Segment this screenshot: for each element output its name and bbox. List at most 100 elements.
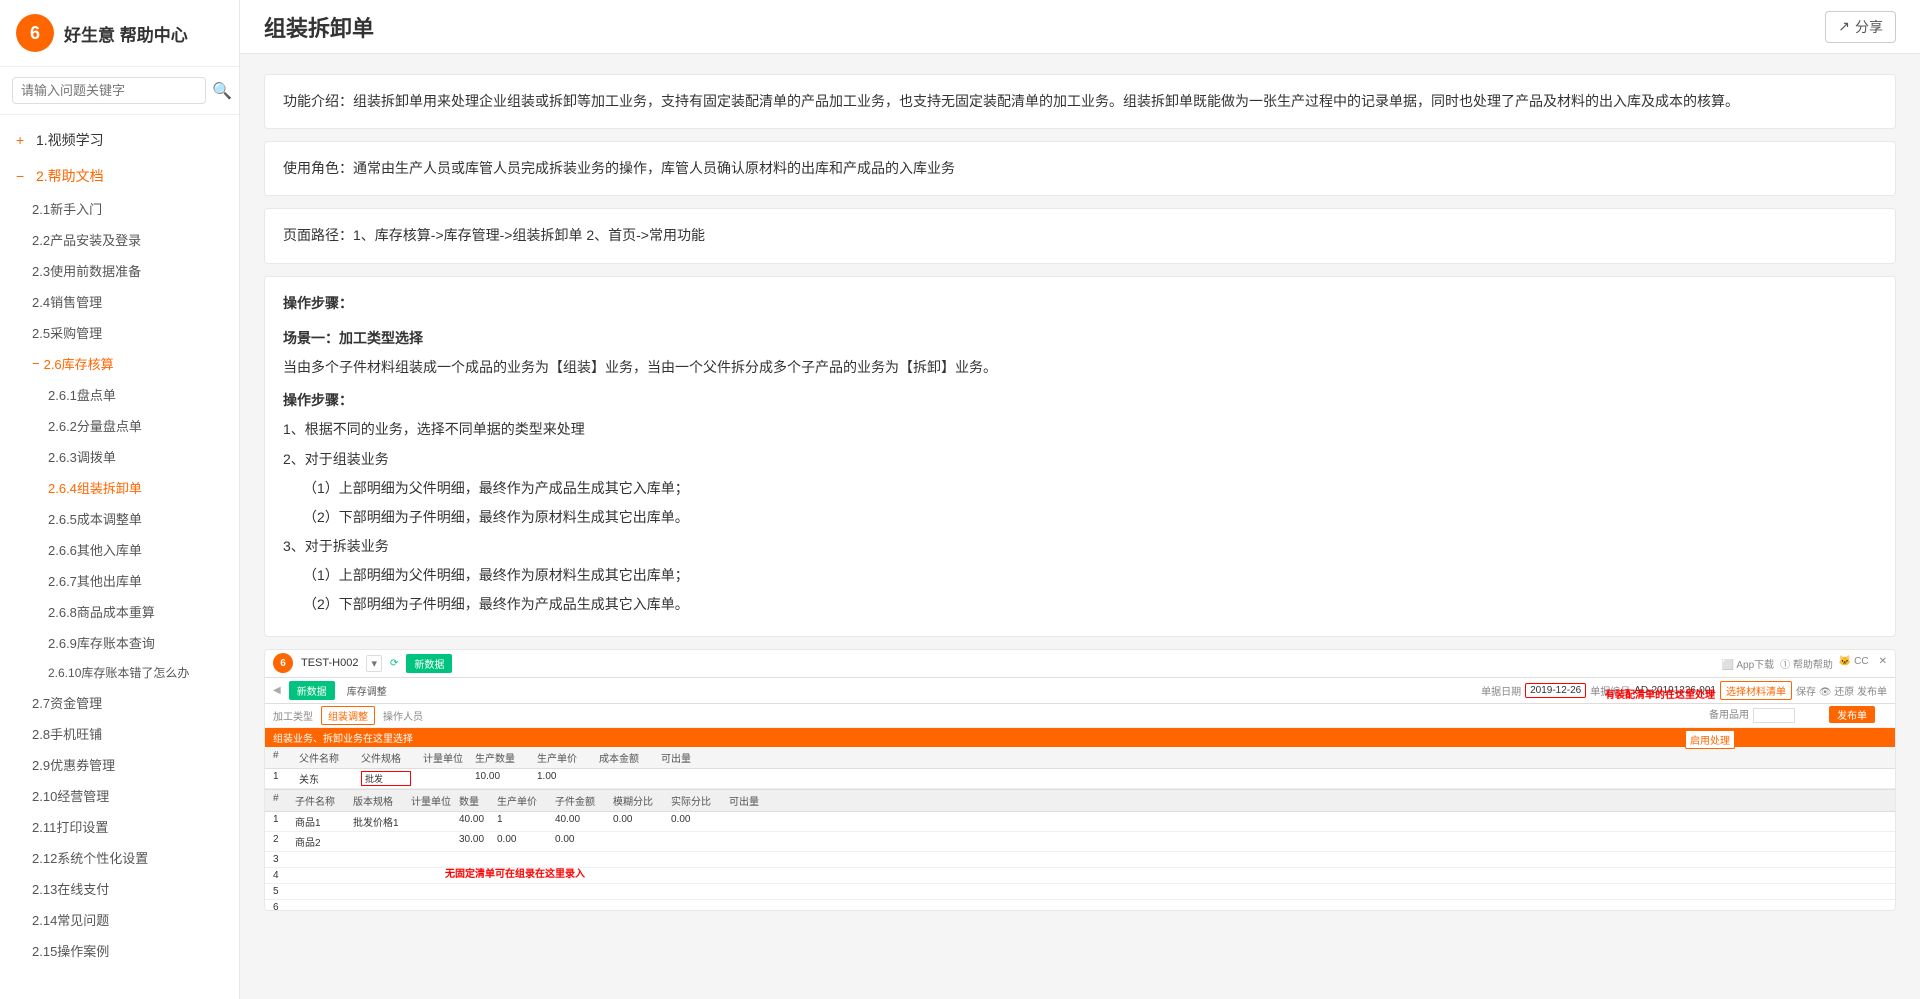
mock-tab-adjust[interactable]: 库存调整: [339, 681, 395, 700]
mock-window: 6 TEST-H002 ▾ ⟳ 新数据 ⬜ App下载 ① 帮助帮助 🐱 CC …: [265, 650, 1895, 910]
sidebar-item-faq[interactable]: 2.14常见问题: [0, 904, 239, 935]
nav-list: + 1.视频学习 − 2.帮助文档 2.1新手入门 2.2产品安装及登录 2.3…: [0, 115, 239, 999]
mock-table-header: # 父件名称 父件规格 计量单位 生产数量 生产单价 成本金额 可出量: [265, 747, 1895, 769]
th-prod-price: 生产单价: [537, 750, 587, 765]
sth-price: 生产单价: [497, 793, 547, 808]
sidebar-item-capital[interactable]: 2.7资金管理: [0, 687, 239, 718]
sidebar-item-ops[interactable]: 2.10经营管理: [0, 780, 239, 811]
td-avail-1: [661, 771, 701, 786]
mock-new-btn: 新数据: [406, 654, 452, 673]
path-text: 页面路径：1、库存核算->库存管理->组装拆卸单 2、首页->常用功能: [283, 223, 1877, 248]
step3-2: （2）下部明细为子件明细，最终作为产成品生成其它入库单。: [303, 592, 1877, 617]
sidebar-logo: 6 好生意 帮助中心: [0, 0, 239, 67]
mock-nav-left: ◀: [273, 685, 281, 696]
sth-child-name: 子件名称: [295, 793, 345, 808]
minus-icon: −: [16, 168, 30, 184]
step2-1: （1）上部明细为父件明细，最终作为产成品生成其它入库单；: [303, 476, 1877, 501]
sidebar-item-other-in[interactable]: 2.6.6其他入库单: [0, 534, 239, 565]
logo-text: 好生意 帮助中心: [64, 21, 188, 46]
mock-select-btn[interactable]: 选择材料清单: [1720, 681, 1792, 700]
sidebar-item-cost-recalc[interactable]: 2.6.8商品成本重算: [0, 596, 239, 627]
mock-sub-header: # 子件名称 版本规格 计量单位 数量 生产单价 子件金额 模糊分比 实际分比 …: [265, 790, 1895, 812]
mock-sub-section: # 子件名称 版本规格 计量单位 数量 生产单价 子件金额 模糊分比 实际分比 …: [265, 789, 1895, 910]
th-unit: 计量单位: [423, 750, 463, 765]
sth-fuzzy: 模糊分比: [613, 793, 663, 808]
th-cost-amount: 成本金额: [599, 750, 649, 765]
sidebar-item-stock-check[interactable]: 2.6.9库存账本查询: [0, 627, 239, 658]
sidebar-item-assemble[interactable]: 2.6.4组装拆卸单: [0, 472, 239, 503]
mock-label-op: 操作人员: [383, 708, 423, 723]
sidebar-item-print[interactable]: 2.11打印设置: [0, 811, 239, 842]
sidebar-item-personalize[interactable]: 2.12系统个性化设置: [0, 842, 239, 873]
search-icon[interactable]: 🔍: [212, 81, 232, 101]
share-button[interactable]: ↗ 分享: [1825, 11, 1896, 43]
steps-heading: 操作步骤：: [283, 291, 1877, 316]
sth-version: 版本规格: [353, 793, 403, 808]
sth-avail: 可出量: [729, 793, 769, 808]
sidebar-item-sales[interactable]: 2.4销售管理: [0, 286, 239, 317]
search-input[interactable]: [12, 77, 206, 104]
sidebar-item-mobile[interactable]: 2.8手机旺铺: [0, 718, 239, 749]
step1: 1、根据不同的业务，选择不同单据的类型来处理: [283, 417, 1877, 442]
mock-sub-row-6: 6: [265, 900, 1895, 910]
plus-icon: +: [16, 132, 30, 148]
sidebar-item-split[interactable]: 2.6.2分量盘点单: [0, 410, 239, 441]
mock-sub-row-5: 5: [265, 884, 1895, 900]
td-parent-spec-1: 批发: [361, 771, 411, 786]
mock-sync-icon: ⟳: [390, 658, 398, 669]
annotation-1: 有装配清单的在这里处理: [1605, 686, 1715, 701]
mock-tab-new[interactable]: 新数据: [289, 681, 335, 700]
td-cost-1: [599, 771, 649, 786]
steps-block: 操作步骤： 场景一：加工类型选择 当由多个子件材料组装成一个成品的业务为【组装】…: [264, 276, 1896, 637]
nav-section-video: + 1.视频学习: [0, 123, 239, 157]
sidebar-item-video[interactable]: + 1.视频学习: [0, 123, 239, 157]
sidebar-item-coupon[interactable]: 2.9优惠券管理: [0, 749, 239, 780]
td-prod-qty-1: 10.00: [475, 771, 525, 786]
sth-unit: 计量单位: [411, 793, 451, 808]
step3-1: （1）上部明细为父件明细，最终作为原材料生成其它出库单；: [303, 563, 1877, 588]
mock-logo: 6: [273, 653, 293, 673]
sidebar-item-help[interactable]: − 2.帮助文档: [0, 159, 239, 193]
sidebar-item-stock-error[interactable]: 2.6.10库存账本错了怎么办: [0, 658, 239, 687]
logo-icon: 6: [16, 14, 54, 52]
scene1-desc: 当由多个子件材料组装成一个成品的业务为【组装】业务，当由一个父件拆分成多个子产品…: [283, 355, 1877, 380]
sidebar-item-data[interactable]: 2.3使用前数据准备: [0, 255, 239, 286]
screenshot-block: 6 TEST-H002 ▾ ⟳ 新数据 ⬜ App下载 ① 帮助帮助 🐱 CC …: [264, 649, 1896, 911]
mock-submit-btn[interactable]: 发布单: [1829, 706, 1875, 723]
sidebar-item-online-pay[interactable]: 2.13在线支付: [0, 873, 239, 904]
th-prod-qty: 生产数量: [475, 750, 525, 765]
td-num-1: 1: [273, 771, 287, 786]
sidebar: 6 好生意 帮助中心 🔍 + 1.视频学习 − 2.帮助文档 2.1新手入门 2…: [0, 0, 240, 999]
sidebar-item-inventory[interactable]: − 2.6库存核算: [0, 348, 239, 379]
sidebar-item-install[interactable]: 2.2产品安装及登录: [0, 224, 239, 255]
sidebar-item-stocktake[interactable]: 2.6.1盘点单: [0, 379, 239, 410]
mock-company: TEST-H002: [301, 657, 358, 669]
sth-qty: 数量: [459, 793, 489, 808]
td-parent-name-1: 关东: [299, 771, 349, 786]
th-parent-name: 父件名称: [299, 750, 349, 765]
td-prod-price-1: 1.00: [537, 771, 587, 786]
th-parent-spec: 父件规格: [361, 750, 411, 765]
td-unit-1: [423, 771, 463, 786]
search-bar: 🔍: [0, 67, 239, 115]
sidebar-item-newbie[interactable]: 2.1新手入门: [0, 193, 239, 224]
sth-child-amt: 子件金额: [555, 793, 605, 808]
mock-action-icons: 保存 👁 还原 发布单: [1796, 683, 1887, 698]
role-text: 使用角色：通常由生产人员或库管人员完成拆装业务的操作，库管人员确认原材料的出库和…: [283, 156, 1877, 181]
mock-icon-help: ① 帮助帮助: [1780, 656, 1833, 671]
path-block: 页面路径：1、库存核算->库存管理->组装拆卸单 2、首页->常用功能: [264, 208, 1896, 263]
mock-close-icon: ✕: [1879, 656, 1887, 671]
th-avail: 可出量: [661, 750, 701, 765]
mock-sub-row-2: 2 商品2 30.00 0.00 0.00: [265, 832, 1895, 852]
sidebar-item-adjust[interactable]: 2.6.3调拨单: [0, 441, 239, 472]
mock-topbar: 6 TEST-H002 ▾ ⟳ 新数据 ⬜ App下载 ① 帮助帮助 🐱 CC …: [265, 650, 1895, 678]
sth-num: #: [273, 793, 287, 808]
sidebar-item-purchase[interactable]: 2.5采购管理: [0, 317, 239, 348]
sidebar-item-cost[interactable]: 2.6.5成本调整单: [0, 503, 239, 534]
sidebar-item-cases[interactable]: 2.15操作案例: [0, 935, 239, 966]
main-content: 组装拆卸单 ↗ 分享 功能介绍：组装拆卸单用来处理企业组装或拆卸等加工业务，支持…: [240, 0, 1920, 999]
annotation-3: 启用处理: [1685, 730, 1735, 749]
sth-actual: 实际分比: [671, 793, 721, 808]
sidebar-item-other-out[interactable]: 2.6.7其他出库单: [0, 565, 239, 596]
intro-block: 功能介绍：组装拆卸单用来处理企业组装或拆卸等加工业务，支持有固定装配清单的产品加…: [264, 74, 1896, 129]
